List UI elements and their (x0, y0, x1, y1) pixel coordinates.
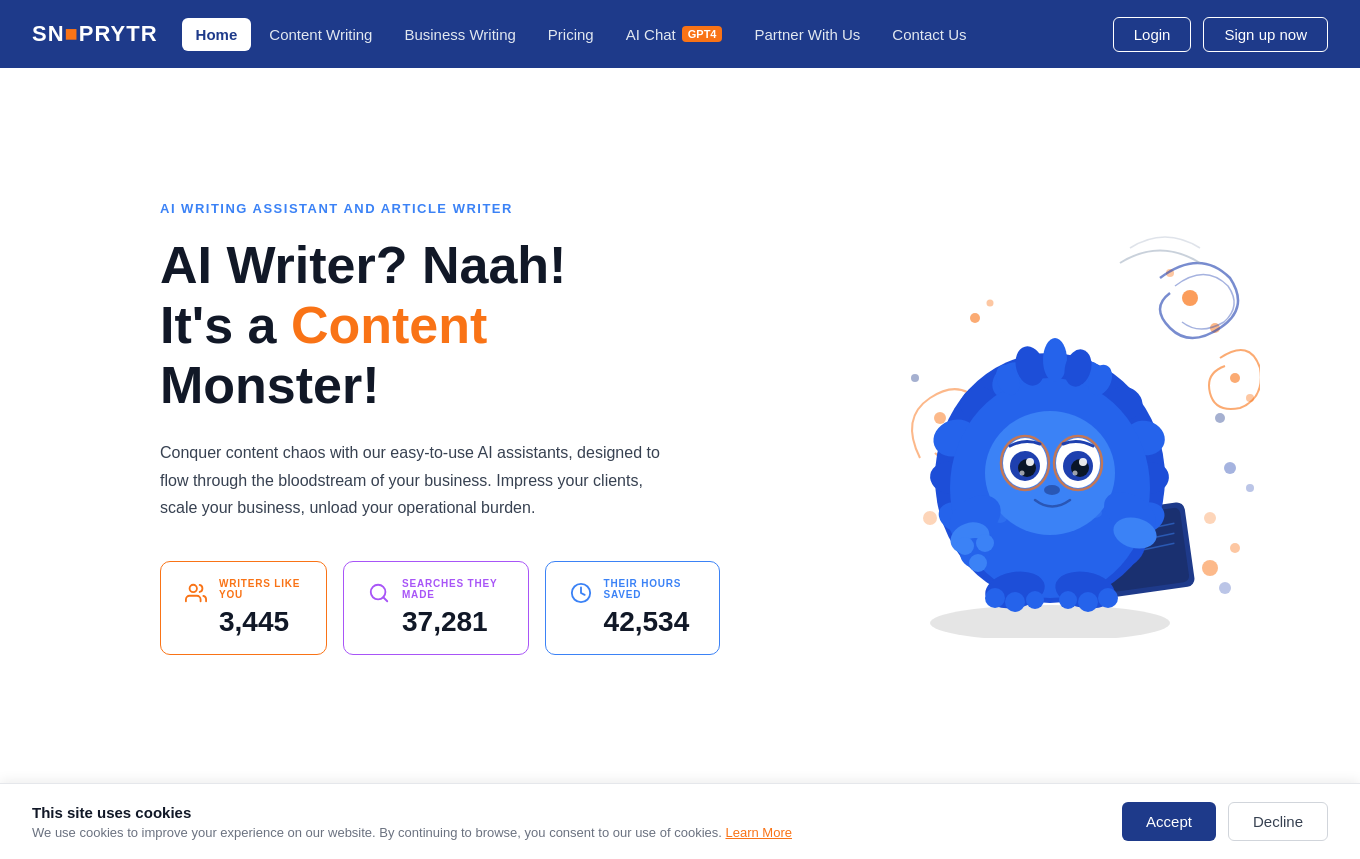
gpt4-badge: GPT4 (682, 26, 723, 42)
svg-point-76 (969, 554, 987, 572)
svg-point-88 (1230, 543, 1240, 553)
svg-point-75 (976, 534, 994, 552)
stat-card-hours: THEIR HOURS SAVED 42,534 (545, 561, 720, 655)
stat-label-searches: SEARCHES THEY MADE (402, 578, 504, 600)
nav-right: Login Sign up now (1113, 17, 1328, 52)
hero-subtitle: AI WRITING ASSISTANT AND ARTICLE WRITER (160, 201, 720, 216)
svg-point-13 (970, 313, 980, 323)
logo[interactable]: SN■PRYTR (32, 21, 158, 47)
hero-title-highlight: Content (291, 296, 487, 354)
hero-content: AI WRITING ASSISTANT AND ARTICLE WRITER … (160, 201, 720, 655)
svg-point-67 (1043, 338, 1067, 382)
nav-item-partner[interactable]: Partner With Us (740, 18, 874, 51)
svg-point-86 (1098, 588, 1118, 608)
svg-point-12 (1204, 512, 1216, 524)
nav-item-home[interactable]: Home (182, 18, 252, 51)
svg-point-89 (1219, 582, 1231, 594)
svg-point-59 (1026, 458, 1034, 466)
hero-section: AI WRITING ASSISTANT AND ARTICLE WRITER … (0, 68, 1360, 768)
stat-number-hours: 42,534 (604, 606, 695, 638)
svg-point-0 (190, 585, 197, 592)
svg-point-9 (911, 374, 919, 382)
nav-item-ai-chat[interactable]: AI Chat GPT4 (612, 18, 737, 51)
stat-content-writers: WRITERS LIKE YOU 3,445 (219, 578, 302, 638)
svg-point-11 (923, 511, 937, 525)
hero-title-line2-plain: It's a (160, 296, 291, 354)
writers-icon (185, 582, 207, 609)
svg-point-85 (1078, 592, 1098, 612)
svg-point-10 (1215, 413, 1225, 423)
hero-title: AI Writer? Naah! It's a Content Monster! (160, 236, 720, 415)
svg-point-74 (956, 537, 974, 555)
monster-illustration (820, 218, 1260, 638)
hero-title-line3: Monster! (160, 356, 380, 414)
navbar: SN■PRYTR Home Content Writing Business W… (0, 0, 1360, 68)
hero-description: Conquer content chaos with our easy-to-u… (160, 439, 660, 521)
svg-point-83 (1026, 591, 1044, 609)
searches-icon (368, 582, 390, 609)
stat-content-searches: SEARCHES THEY MADE 37,281 (402, 578, 504, 638)
nav-item-business-writing[interactable]: Business Writing (390, 18, 529, 51)
svg-point-62 (1073, 471, 1078, 476)
svg-point-65 (1044, 485, 1060, 495)
svg-point-8 (934, 412, 946, 424)
stats-row: WRITERS LIKE YOU 3,445 SEARCHES THEY MAD… (160, 561, 720, 655)
svg-point-4 (930, 605, 1170, 638)
svg-point-14 (987, 300, 994, 307)
stat-card-writers: WRITERS LIKE YOU 3,445 (160, 561, 327, 655)
svg-point-18 (1246, 484, 1254, 492)
svg-point-15 (1230, 373, 1240, 383)
svg-point-87 (1202, 560, 1218, 576)
svg-point-84 (1059, 591, 1077, 609)
signup-button[interactable]: Sign up now (1203, 17, 1328, 52)
hours-icon (570, 582, 592, 609)
stat-number-writers: 3,445 (219, 606, 302, 638)
stat-content-hours: THEIR HOURS SAVED 42,534 (604, 578, 695, 638)
nav-item-content-writing[interactable]: Content Writing (255, 18, 386, 51)
svg-point-5 (1182, 290, 1198, 306)
nav-item-pricing[interactable]: Pricing (534, 18, 608, 51)
hero-image (820, 218, 1260, 638)
nav-links: Home Content Writing Business Writing Pr… (182, 18, 1113, 51)
svg-point-81 (985, 588, 1005, 608)
nav-item-contact[interactable]: Contact Us (878, 18, 980, 51)
stat-number-searches: 37,281 (402, 606, 504, 638)
stat-label-hours: THEIR HOURS SAVED (604, 578, 695, 600)
svg-point-82 (1005, 592, 1025, 612)
svg-line-2 (383, 597, 387, 601)
login-button[interactable]: Login (1113, 17, 1192, 52)
svg-point-17 (1224, 462, 1236, 474)
stat-card-searches: SEARCHES THEY MADE 37,281 (343, 561, 529, 655)
hero-title-line1: AI Writer? Naah! (160, 236, 566, 294)
svg-point-61 (1079, 458, 1087, 466)
svg-point-60 (1020, 471, 1025, 476)
stat-label-writers: WRITERS LIKE YOU (219, 578, 302, 600)
